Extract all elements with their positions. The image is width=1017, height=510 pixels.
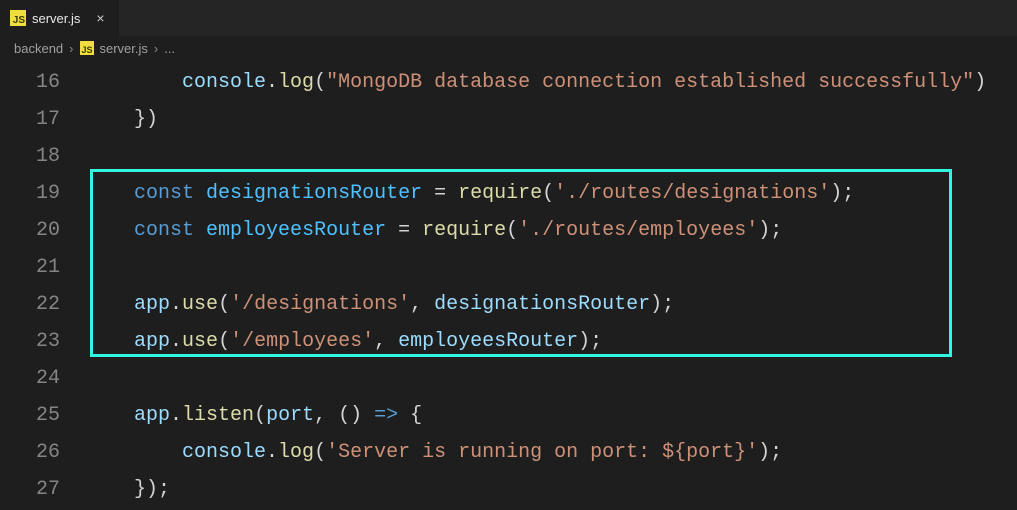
code-line[interactable]: 20 const employeesRouter = require('./ro… <box>0 212 1017 249</box>
code-line[interactable]: 18 <box>0 138 1017 175</box>
line-number: 21 <box>0 249 86 286</box>
code-line[interactable]: 25 app.listen(port, () => { <box>0 397 1017 434</box>
js-icon: JS <box>10 10 26 26</box>
breadcrumb-segment[interactable]: server.js <box>100 41 148 56</box>
code-line[interactable]: 26 console.log('Server is running on por… <box>0 434 1017 471</box>
code-line[interactable]: 27 }); <box>0 471 1017 508</box>
line-number: 25 <box>0 397 86 434</box>
code-line[interactable]: 21 <box>0 249 1017 286</box>
close-icon[interactable]: × <box>92 10 108 26</box>
line-number: 24 <box>0 360 86 397</box>
js-icon: JS <box>80 41 94 55</box>
tab-filename: server.js <box>32 11 80 26</box>
breadcrumb-segment[interactable]: backend <box>14 41 63 56</box>
line-number: 23 <box>0 323 86 360</box>
line-number: 19 <box>0 175 86 212</box>
code-line[interactable]: 22 app.use('/designations', designations… <box>0 286 1017 323</box>
line-number: 26 <box>0 434 86 471</box>
code-line[interactable]: 24 <box>0 360 1017 397</box>
chevron-right-icon: › <box>69 41 73 56</box>
line-number: 16 <box>0 64 86 101</box>
line-number: 18 <box>0 138 86 175</box>
code-editor[interactable]: 16 console.log("MongoDB database connect… <box>0 60 1017 508</box>
line-number: 20 <box>0 212 86 249</box>
breadcrumbs[interactable]: backend › JS server.js › ... <box>0 36 1017 60</box>
code-line[interactable]: 16 console.log("MongoDB database connect… <box>0 64 1017 101</box>
line-number: 27 <box>0 471 86 508</box>
tab-serverjs[interactable]: JS server.js × <box>0 0 119 36</box>
breadcrumb-tail[interactable]: ... <box>164 41 175 56</box>
tab-bar: JS server.js × <box>0 0 1017 36</box>
line-number: 22 <box>0 286 86 323</box>
code-line[interactable]: 19 const designationsRouter = require('.… <box>0 175 1017 212</box>
chevron-right-icon: › <box>154 41 158 56</box>
code-line[interactable]: 17 }) <box>0 101 1017 138</box>
code-line[interactable]: 23 app.use('/employees', employeesRouter… <box>0 323 1017 360</box>
line-number: 17 <box>0 101 86 138</box>
